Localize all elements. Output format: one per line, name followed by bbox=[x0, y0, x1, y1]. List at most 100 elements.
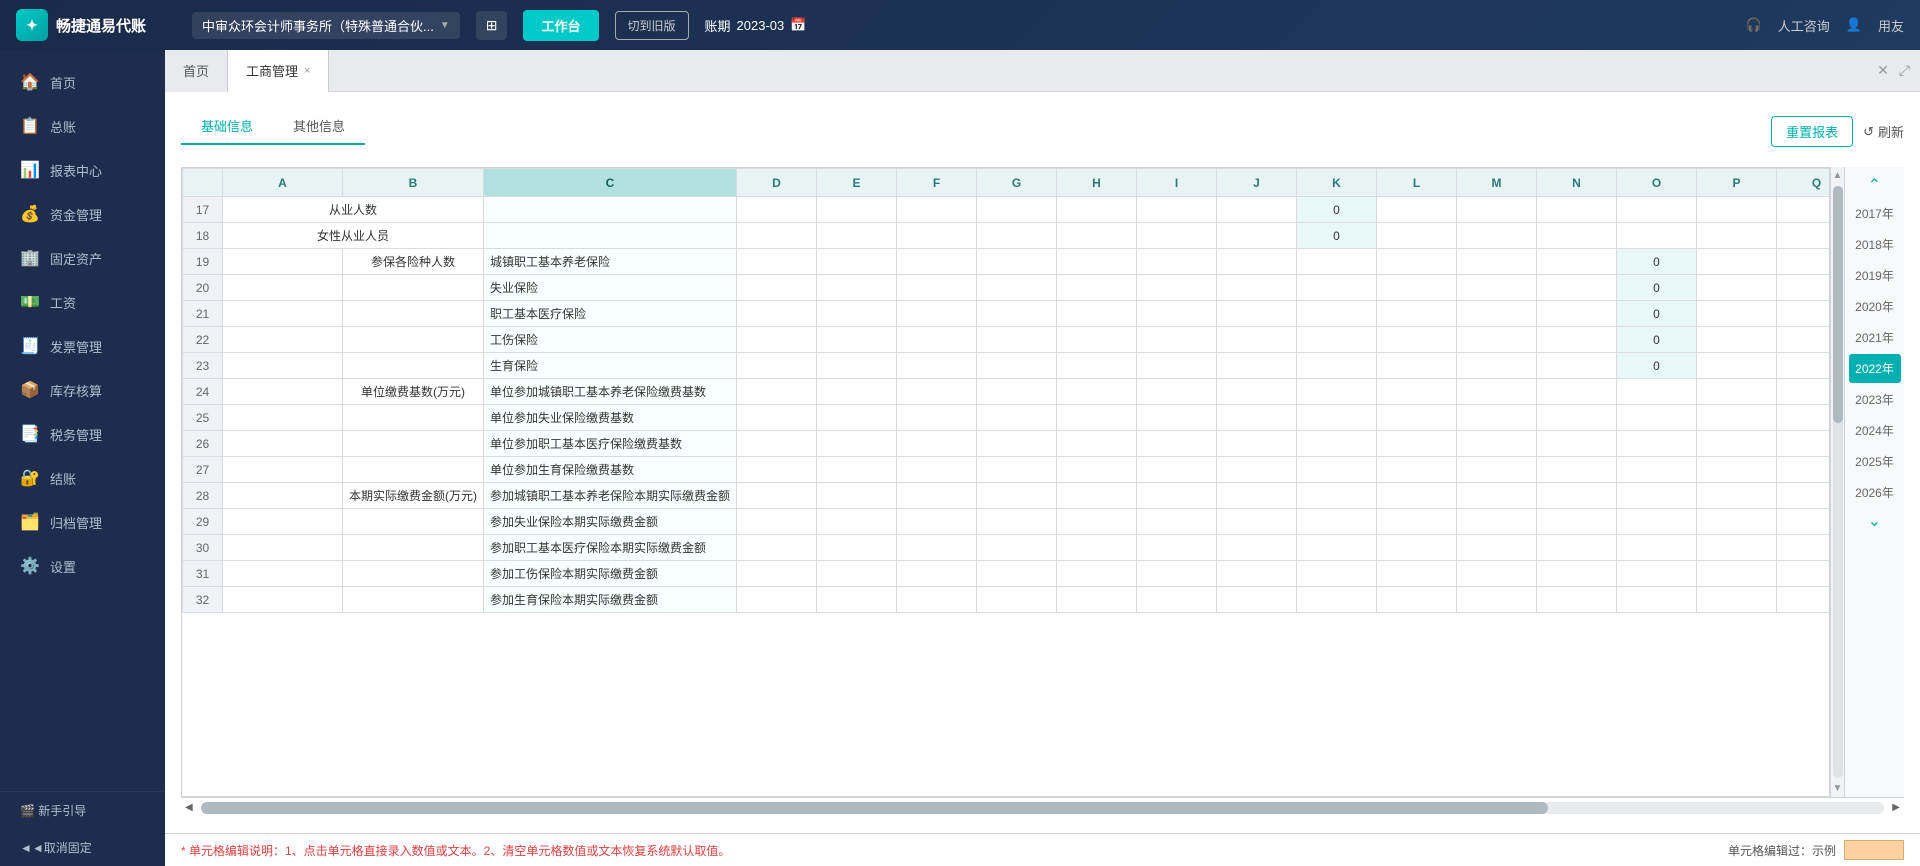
row-20-m[interactable] bbox=[1457, 275, 1537, 301]
row-25-a[interactable] bbox=[223, 405, 343, 431]
row-20-g[interactable] bbox=[977, 275, 1057, 301]
row-28-p[interactable] bbox=[1697, 483, 1777, 509]
year-2017[interactable]: 2017年 bbox=[1849, 199, 1901, 228]
row-26-n[interactable] bbox=[1537, 431, 1617, 457]
row-17-k[interactable]: 0 bbox=[1297, 197, 1377, 223]
row-23-b[interactable] bbox=[343, 353, 484, 379]
row-20-i[interactable] bbox=[1137, 275, 1217, 301]
row-17-l[interactable] bbox=[1377, 197, 1457, 223]
row-31-k[interactable] bbox=[1297, 561, 1377, 587]
row-32-k[interactable] bbox=[1297, 587, 1377, 613]
row-18-o[interactable] bbox=[1617, 223, 1697, 249]
year-nav-up[interactable]: ⌃ bbox=[1865, 172, 1884, 198]
row-23-q[interactable] bbox=[1777, 353, 1830, 379]
year-2022[interactable]: 2022年 bbox=[1849, 354, 1901, 383]
sidebar-pin-button[interactable]: ◄◄取消固定 bbox=[0, 829, 165, 866]
row-24-d[interactable] bbox=[737, 379, 817, 405]
row-29-c[interactable]: 参加失业保险本期实际缴费金额 bbox=[484, 509, 737, 535]
row-31-h[interactable] bbox=[1057, 561, 1137, 587]
row-18-d[interactable] bbox=[737, 223, 817, 249]
row-20-o[interactable]: 0 bbox=[1617, 275, 1697, 301]
row-21-b[interactable] bbox=[343, 301, 484, 327]
row-29-b[interactable] bbox=[343, 509, 484, 535]
row-19-j[interactable] bbox=[1217, 249, 1297, 275]
year-2025[interactable]: 2025年 bbox=[1849, 447, 1901, 476]
row-23-c[interactable]: 生育保险 bbox=[484, 353, 737, 379]
row-18-a[interactable]: 女性从业人员 bbox=[223, 223, 484, 249]
row-19-a[interactable] bbox=[223, 249, 343, 275]
sidebar-item-ledger[interactable]: 📋 总账 bbox=[0, 104, 165, 148]
row-30-n[interactable] bbox=[1537, 535, 1617, 561]
row-28-f[interactable] bbox=[897, 483, 977, 509]
row-26-g[interactable] bbox=[977, 431, 1057, 457]
scroll-right-arrow[interactable]: ▶ bbox=[1888, 802, 1904, 813]
row-32-m[interactable] bbox=[1457, 587, 1537, 613]
row-27-p[interactable] bbox=[1697, 457, 1777, 483]
row-31-g[interactable] bbox=[977, 561, 1057, 587]
row-20-d[interactable] bbox=[737, 275, 817, 301]
sidebar-item-closing[interactable]: 🔐 结账 bbox=[0, 456, 165, 500]
row-32-c[interactable]: 参加生育保险本期实际缴费金额 bbox=[484, 587, 737, 613]
row-31-b[interactable] bbox=[343, 561, 484, 587]
row-30-q[interactable] bbox=[1777, 535, 1830, 561]
row-32-b[interactable] bbox=[343, 587, 484, 613]
tab-close-icon[interactable]: × bbox=[304, 65, 310, 77]
row-29-a[interactable] bbox=[223, 509, 343, 535]
sidebar-item-funds[interactable]: 💰 资金管理 bbox=[0, 192, 165, 236]
row-29-o[interactable] bbox=[1617, 509, 1697, 535]
row-17-q[interactable] bbox=[1777, 197, 1830, 223]
sub-tab-other[interactable]: 其他信息 bbox=[273, 108, 365, 145]
row-29-g[interactable] bbox=[977, 509, 1057, 535]
row-20-f[interactable] bbox=[897, 275, 977, 301]
company-icon-button[interactable]: ⊞ bbox=[476, 11, 508, 40]
row-19-l[interactable] bbox=[1377, 249, 1457, 275]
row-26-k[interactable] bbox=[1297, 431, 1377, 457]
row-21-a[interactable] bbox=[223, 301, 343, 327]
year-2019[interactable]: 2019年 bbox=[1849, 261, 1901, 290]
row-32-o[interactable] bbox=[1617, 587, 1697, 613]
scroll-track[interactable] bbox=[1833, 186, 1843, 778]
row-31-j[interactable] bbox=[1217, 561, 1297, 587]
row-30-b[interactable] bbox=[343, 535, 484, 561]
row-25-j[interactable] bbox=[1217, 405, 1297, 431]
row-31-i[interactable] bbox=[1137, 561, 1217, 587]
row-30-h[interactable] bbox=[1057, 535, 1137, 561]
row-25-l[interactable] bbox=[1377, 405, 1457, 431]
year-2018[interactable]: 2018年 bbox=[1849, 230, 1901, 259]
row-31-c[interactable]: 参加工伤保险本期实际缴费金额 bbox=[484, 561, 737, 587]
row-19-q[interactable] bbox=[1777, 249, 1830, 275]
row-26-a[interactable] bbox=[223, 431, 343, 457]
row-22-l[interactable] bbox=[1377, 327, 1457, 353]
row-32-e[interactable] bbox=[817, 587, 897, 613]
row-29-h[interactable] bbox=[1057, 509, 1137, 535]
row-22-d[interactable] bbox=[737, 327, 817, 353]
sidebar-item-invoice[interactable]: 🧾 发票管理 bbox=[0, 324, 165, 368]
row-24-f[interactable] bbox=[897, 379, 977, 405]
row-23-a[interactable] bbox=[223, 353, 343, 379]
row-24-i[interactable] bbox=[1137, 379, 1217, 405]
row-24-o[interactable] bbox=[1617, 379, 1697, 405]
row-18-k[interactable]: 0 bbox=[1297, 223, 1377, 249]
row-28-m[interactable] bbox=[1457, 483, 1537, 509]
row-17-h[interactable] bbox=[1057, 197, 1137, 223]
row-17-o[interactable] bbox=[1617, 197, 1697, 223]
row-25-h[interactable] bbox=[1057, 405, 1137, 431]
row-30-g[interactable] bbox=[977, 535, 1057, 561]
row-20-p[interactable] bbox=[1697, 275, 1777, 301]
row-25-d[interactable] bbox=[737, 405, 817, 431]
row-20-c[interactable]: 失业保险 bbox=[484, 275, 737, 301]
row-28-c[interactable]: 参加城镇职工基本养老保险本期实际缴费金额 bbox=[484, 483, 737, 509]
row-19-h[interactable] bbox=[1057, 249, 1137, 275]
row-24-q[interactable] bbox=[1777, 379, 1830, 405]
row-28-o[interactable] bbox=[1617, 483, 1697, 509]
row-18-m[interactable] bbox=[1457, 223, 1537, 249]
row-19-d[interactable] bbox=[737, 249, 817, 275]
row-24-m[interactable] bbox=[1457, 379, 1537, 405]
row-21-q[interactable] bbox=[1777, 301, 1830, 327]
row-27-a[interactable] bbox=[223, 457, 343, 483]
row-26-h[interactable] bbox=[1057, 431, 1137, 457]
row-21-d[interactable] bbox=[737, 301, 817, 327]
sidebar-item-assets[interactable]: 🏢 固定资产 bbox=[0, 236, 165, 280]
row-19-g[interactable] bbox=[977, 249, 1057, 275]
row-27-q[interactable] bbox=[1777, 457, 1830, 483]
